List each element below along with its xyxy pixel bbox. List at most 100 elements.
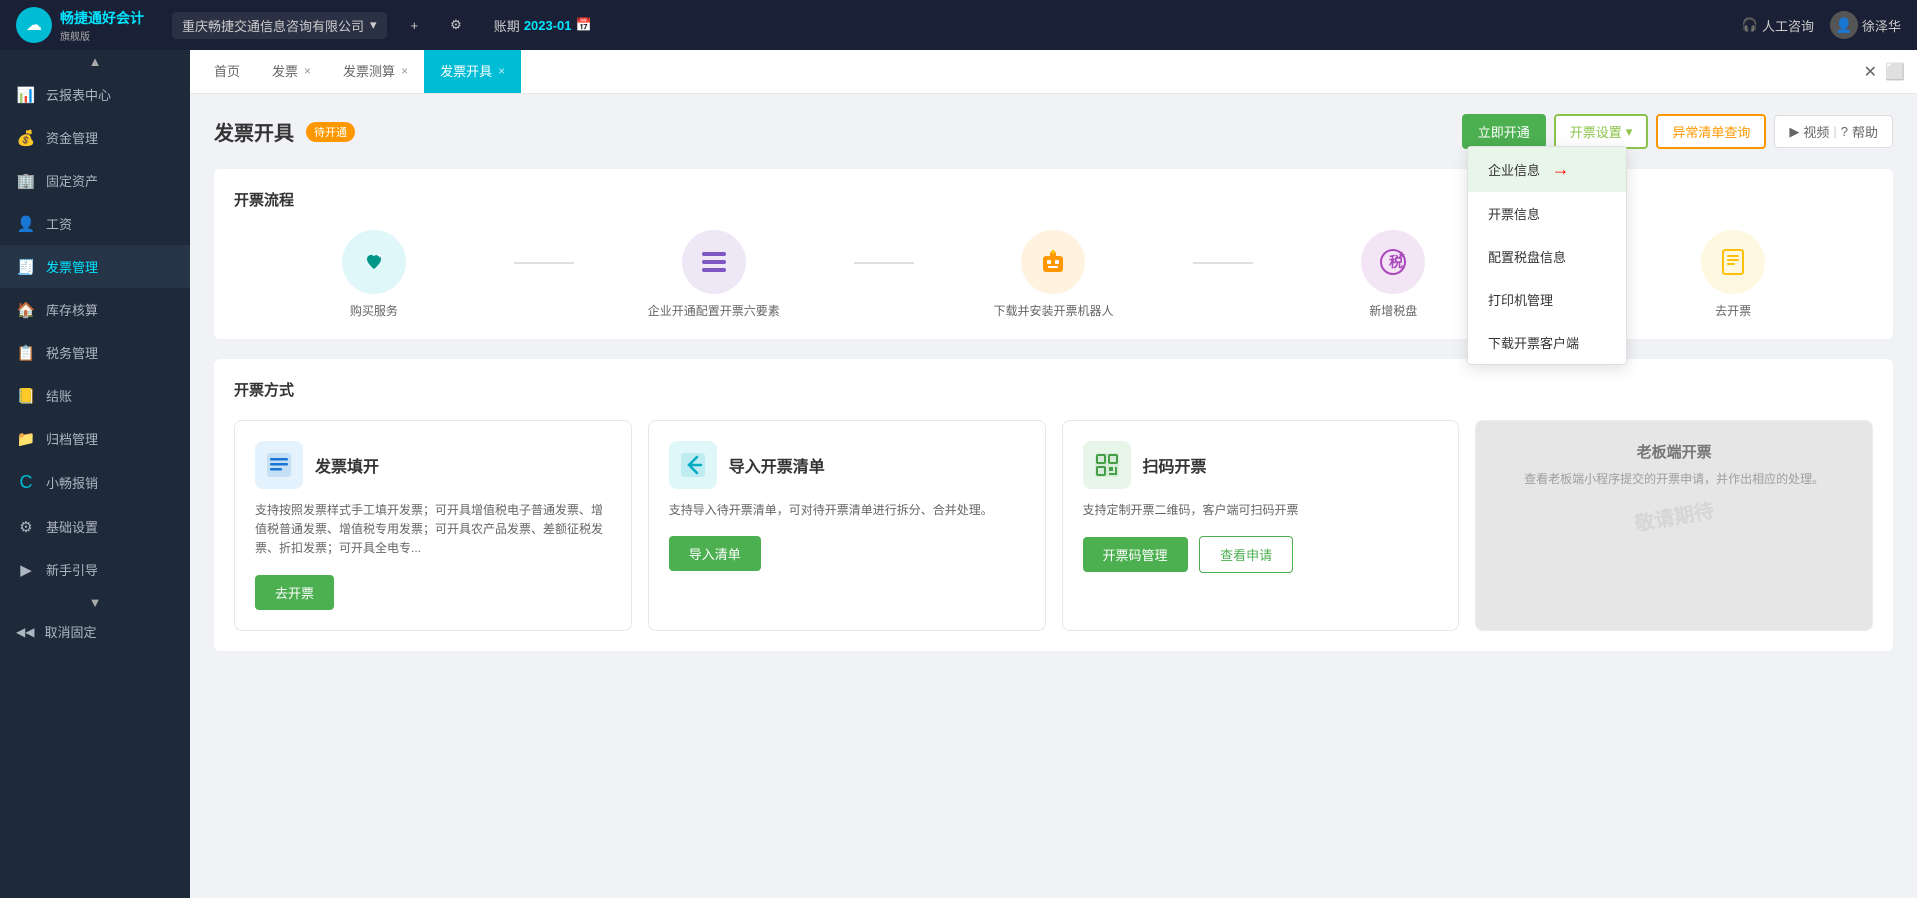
- tab-invoice-calc-close[interactable]: ×: [401, 64, 408, 78]
- step-circle-4: 税 +: [1361, 230, 1425, 294]
- sidebar-item-cloud-reports[interactable]: 📊 云报表中心: [0, 73, 190, 116]
- logo-area: ☁ 畅捷通好会计 旗舰版: [16, 7, 156, 43]
- red-arrow-icon: →: [1552, 159, 1570, 179]
- flow-section: 开票流程 + 购买服务: [214, 169, 1893, 339]
- period-selector[interactable]: 账期 2023-01 📅: [486, 12, 600, 39]
- close-window-icon[interactable]: ✕: [1864, 62, 1877, 82]
- dropdown-invoice-info-label: 开票信息: [1488, 207, 1540, 222]
- user-menu[interactable]: 👤 徐泽华: [1830, 11, 1901, 39]
- finance-icon: 💰: [16, 129, 36, 147]
- tab-invoice-calc[interactable]: 发票测算 ×: [327, 50, 424, 93]
- video-button[interactable]: ▶ 视频 | ? 帮助: [1774, 115, 1893, 148]
- sidebar-label-finance: 资金管理: [46, 128, 98, 147]
- invoice-settings-button[interactable]: 开票设置 ▾: [1554, 114, 1649, 149]
- view-apply-btn[interactable]: 查看申请: [1199, 536, 1293, 573]
- tab-home[interactable]: 首页: [198, 50, 256, 93]
- header-actions: 立即开通 开票设置 ▾ 异常清单查询 ▶ 视频 | ?: [1462, 114, 1893, 149]
- tax-disk-icon: 税 +: [1375, 244, 1411, 280]
- config-icon: [696, 244, 732, 280]
- unpin-icon: ◀◀: [16, 625, 34, 639]
- salary-icon: 👤: [16, 215, 36, 233]
- boss-card-desc: 查看老板端小程序提交的开票申请，并作出相应的处理。: [1524, 470, 1824, 489]
- sidebar-item-finance[interactable]: 💰 资金管理: [0, 116, 190, 159]
- sidebar-item-invoice[interactable]: 🧾 发票管理: [0, 245, 190, 288]
- tab-invoice-close[interactable]: ×: [304, 64, 311, 78]
- flow-step-3: 下载并安装开票机器人: [914, 230, 1194, 319]
- tab-invoice-open[interactable]: 发票开具 ×: [424, 50, 521, 93]
- dropdown-item-download-client[interactable]: 下载开票客户端: [1468, 321, 1626, 364]
- step-circle-2: [682, 230, 746, 294]
- tab-invoice[interactable]: 发票 ×: [256, 50, 327, 93]
- sidebar-scroll-down[interactable]: ▼: [0, 591, 190, 614]
- step-label-2: 企业开通配置开票六要素: [648, 302, 780, 319]
- scan-method-title: 扫码开票: [1143, 453, 1207, 477]
- settings-icon: ⚙: [16, 518, 36, 536]
- step-label-1: 购买服务: [350, 302, 398, 319]
- method-header-fill: 发票填开: [255, 441, 611, 489]
- sidebar-item-inventory[interactable]: 🏠 库存核算: [0, 288, 190, 331]
- step-circle-1: +: [342, 230, 406, 294]
- sidebar-scroll-up[interactable]: ▲: [0, 50, 190, 73]
- logo-name: 畅捷通好会计: [60, 8, 144, 28]
- question-icon: ?: [1841, 124, 1848, 139]
- dropdown-item-tax-config[interactable]: 配置税盘信息: [1468, 235, 1626, 278]
- sidebar-item-guide[interactable]: ▶ 新手引导: [0, 548, 190, 591]
- sidebar-item-expense[interactable]: C 小畅报销: [0, 460, 190, 505]
- tab-invoice-calc-label: 发票测算: [343, 61, 395, 80]
- scan-invoice-icon: [1091, 449, 1123, 481]
- dropdown-item-printer[interactable]: 打印机管理: [1468, 278, 1626, 321]
- avatar: 👤: [1830, 11, 1858, 39]
- add-company-button[interactable]: +: [403, 14, 427, 37]
- boss-disabled-overlay: 老板端开票 查看老板端小程序提交的开票申请，并作出相应的处理。 敬请期待: [1496, 441, 1852, 530]
- dropdown-tax-config-label: 配置税盘信息: [1488, 250, 1566, 265]
- status-badge: 待开通: [306, 122, 355, 142]
- flow-divider-1: [514, 262, 574, 264]
- sidebar-item-assets[interactable]: 🏢 固定资产: [0, 159, 190, 202]
- fill-method-btn[interactable]: 去开票: [255, 575, 334, 610]
- method-card-scan: 扫码开票 支持定制开票二维码，客户端可扫码开票 开票码管理 查看申请: [1062, 420, 1460, 631]
- scan-method-desc: 支持定制开票二维码，客户端可扫码开票: [1083, 501, 1439, 520]
- flow-divider-3: [1193, 262, 1253, 264]
- chevron-down-settings-icon: ▾: [1626, 124, 1633, 140]
- abnormal-list-button[interactable]: 异常清单查询: [1656, 114, 1766, 149]
- step-circle-3: [1021, 230, 1085, 294]
- step-label-5: 去开票: [1715, 302, 1751, 319]
- abnormal-list-label: 异常清单查询: [1672, 122, 1750, 141]
- calendar-icon: 📅: [576, 17, 592, 33]
- sidebar-item-salary[interactable]: 👤 工资: [0, 202, 190, 245]
- top-right-area: 🎧 人工咨询 👤 徐泽华: [1742, 11, 1901, 39]
- dropdown-download-client-label: 下载开票客户端: [1488, 336, 1579, 351]
- svg-text:+: +: [377, 251, 382, 260]
- separator: |: [1833, 124, 1836, 139]
- sidebar-item-settings[interactable]: ⚙ 基础设置: [0, 505, 190, 548]
- company-selector[interactable]: 重庆畅捷交通信息咨询有限公司 ▾: [172, 12, 387, 39]
- settings-dropdown: 企业信息 → 开票信息 配置税盘信息 打印机管理 下载开票客户端: [1467, 146, 1627, 365]
- methods-grid: 发票填开 支持按照发票样式手工填开发票；可开具增值税电子普通发票、增值税普通发票…: [234, 420, 1873, 631]
- tax-icon: 📋: [16, 344, 36, 362]
- inventory-icon: 🏠: [16, 301, 36, 319]
- tab-invoice-open-close[interactable]: ×: [498, 64, 505, 78]
- dropdown-item-company-info[interactable]: 企业信息 →: [1468, 147, 1626, 192]
- maximize-window-icon[interactable]: ⬜: [1885, 62, 1905, 82]
- logo-icon: ☁: [16, 7, 52, 43]
- tab-bar: 首页 发票 × 发票测算 × 发票开具 × ✕ ⬜: [190, 50, 1917, 94]
- sidebar-unpin[interactable]: ◀◀ 取消固定: [0, 614, 190, 649]
- logo-sub: 旗舰版: [60, 28, 144, 43]
- methods-section-title: 开票方式: [234, 379, 1873, 400]
- scan-code-manage-btn[interactable]: 开票码管理: [1083, 537, 1188, 572]
- settings-button[interactable]: ⚙: [442, 13, 470, 37]
- sidebar-item-closing[interactable]: 📒 结账: [0, 374, 190, 417]
- sidebar-item-archive[interactable]: 📁 归档管理: [0, 417, 190, 460]
- company-name: 重庆畅捷交通信息咨询有限公司: [182, 16, 364, 35]
- activate-button[interactable]: 立即开通: [1462, 114, 1546, 149]
- dropdown-item-invoice-info[interactable]: 开票信息: [1468, 192, 1626, 235]
- flow-divider-2: [854, 262, 914, 264]
- sidebar-label-closing: 结账: [46, 386, 72, 405]
- sidebar-item-tax[interactable]: 📋 税务管理: [0, 331, 190, 374]
- expense-icon: C: [16, 472, 36, 493]
- import-method-btn[interactable]: 导入清单: [669, 536, 761, 571]
- support-button[interactable]: 🎧 人工咨询: [1742, 16, 1814, 35]
- import-method-icon: [669, 441, 717, 489]
- tab-bar-right: ✕ ⬜: [1852, 50, 1917, 93]
- sidebar-label-inventory: 库存核算: [46, 300, 98, 319]
